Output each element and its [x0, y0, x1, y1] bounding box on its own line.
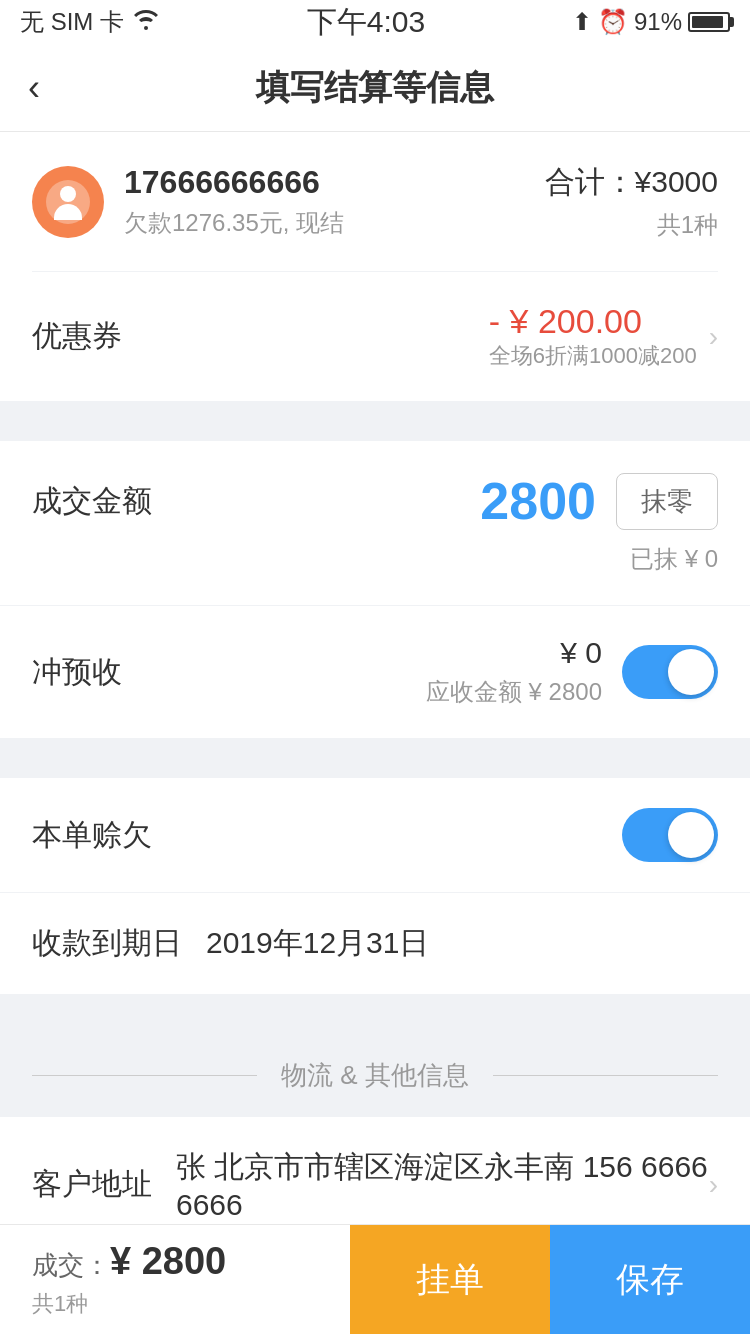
- logistics-line-right: [493, 1075, 718, 1076]
- customer-left: 17666666666 欠款1276.35元, 现结: [32, 164, 344, 239]
- precollect-sub: 应收金额 ¥ 2800: [426, 676, 602, 708]
- precollect-amount: ¥ 0 应收金额 ¥ 2800: [426, 636, 602, 708]
- bottom-deal-label: 成交：¥ 2800: [32, 1240, 318, 1283]
- wifi-icon: [132, 8, 160, 36]
- amount-sub: 已抹 ¥ 0: [32, 543, 718, 575]
- address-chevron-icon: ›: [709, 1169, 718, 1201]
- status-bar: 无 SIM 卡 下午4:03 ⬆ ⏰ 91%: [0, 0, 750, 44]
- page-title: 填写结算等信息: [256, 65, 494, 111]
- carrier-text: 无 SIM 卡: [20, 6, 124, 38]
- precollect-row: 冲预收 ¥ 0 应收金额 ¥ 2800: [0, 605, 750, 738]
- logistics-header: 物流 & 其他信息: [0, 1034, 750, 1117]
- avatar-icon: [46, 180, 90, 224]
- customer-row: 17666666666 欠款1276.35元, 现结 合计：¥3000 共1种: [0, 132, 750, 271]
- debt-card: 本单赊欠 收款到期日 2019年12月31日: [0, 778, 750, 994]
- address-value: 张 北京市市辖区海淀区永丰南 156 6666 6666: [176, 1147, 709, 1222]
- customer-sub: 欠款1276.35元, 现结: [124, 207, 344, 239]
- battery-icon: [688, 12, 730, 32]
- total-amount: ¥3000: [635, 165, 718, 198]
- customer-right: 合计：¥3000 共1种: [545, 162, 718, 241]
- chevron-right-icon: ›: [709, 321, 718, 353]
- logistics-line-left: [32, 1075, 257, 1076]
- section-gap-1: [0, 421, 750, 441]
- amount-value: 2800: [480, 471, 596, 531]
- status-left: 无 SIM 卡: [20, 6, 160, 38]
- coupon-amount: - ¥ 200.00: [489, 302, 697, 341]
- amount-card: 成交金额 2800 抹零 已抹 ¥ 0 冲预收 ¥ 0 应收金额 ¥ 2800: [0, 441, 750, 738]
- amount-section: 成交金额 2800 抹零 已抹 ¥ 0: [0, 441, 750, 605]
- debt-toggle-knob: [668, 812, 714, 858]
- hold-button[interactable]: 挂单: [350, 1225, 550, 1335]
- debt-label: 本单赊欠: [32, 815, 152, 856]
- status-right: ⬆ ⏰ 91%: [572, 8, 730, 36]
- total-label: 合计：: [545, 165, 635, 198]
- logistics-title: 物流 & 其他信息: [281, 1058, 469, 1093]
- avatar: [32, 166, 104, 238]
- amount-row: 成交金额 2800 抹零: [32, 471, 718, 531]
- debt-row: 本单赊欠: [0, 778, 750, 892]
- duedate-value: 2019年12月31日: [206, 923, 429, 964]
- debt-toggle[interactable]: [622, 808, 718, 862]
- bottom-summary: 成交：¥ 2800 共1种: [0, 1240, 350, 1319]
- bottom-count: 共1种: [32, 1289, 318, 1319]
- status-time: 下午4:03: [307, 2, 425, 43]
- amount-right: 2800 抹零: [480, 471, 718, 531]
- customer-count: 共1种: [545, 209, 718, 241]
- customer-card: 17666666666 欠款1276.35元, 现结 合计：¥3000 共1种 …: [0, 132, 750, 401]
- coupon-desc: 全场6折满1000减200: [489, 341, 697, 371]
- save-button[interactable]: 保存: [550, 1225, 750, 1335]
- content: 17666666666 欠款1276.35元, 现结 合计：¥3000 共1种 …: [0, 132, 750, 1334]
- coupon-label: 优惠券: [32, 316, 122, 357]
- coupon-right: - ¥ 200.00 全场6折满1000减200 ›: [489, 302, 718, 371]
- precollect-main: ¥ 0: [426, 636, 602, 670]
- battery-percent: 91%: [634, 8, 682, 36]
- coupon-info: - ¥ 200.00 全场6折满1000减200: [489, 302, 697, 371]
- bottom-bar: 成交：¥ 2800 共1种 挂单 保存: [0, 1224, 750, 1334]
- coupon-row[interactable]: 优惠券 - ¥ 200.00 全场6折满1000减200 ›: [0, 272, 750, 401]
- customer-info: 17666666666 欠款1276.35元, 现结: [124, 164, 344, 239]
- round-button[interactable]: 抹零: [616, 473, 718, 530]
- section-gap-2: [0, 758, 750, 778]
- precollect-label: 冲预收: [32, 652, 122, 693]
- location-icon: ⬆: [572, 8, 592, 36]
- duedate-row: 收款到期日 2019年12月31日: [0, 892, 750, 994]
- precollect-right: ¥ 0 应收金额 ¥ 2800: [426, 636, 718, 708]
- toggle-knob: [668, 649, 714, 695]
- bottom-amount: ¥ 2800: [110, 1240, 226, 1282]
- amount-label: 成交金额: [32, 481, 152, 522]
- address-label: 客户地址: [32, 1164, 152, 1205]
- duedate-label: 收款到期日: [32, 923, 182, 964]
- alarm-icon: ⏰: [598, 8, 628, 36]
- customer-total: 合计：¥3000: [545, 162, 718, 203]
- back-button[interactable]: ‹: [28, 67, 40, 109]
- section-gap-3: [0, 1014, 750, 1034]
- precollect-toggle[interactable]: [622, 645, 718, 699]
- nav-bar: ‹ 填写结算等信息: [0, 44, 750, 132]
- customer-phone: 17666666666: [124, 164, 344, 201]
